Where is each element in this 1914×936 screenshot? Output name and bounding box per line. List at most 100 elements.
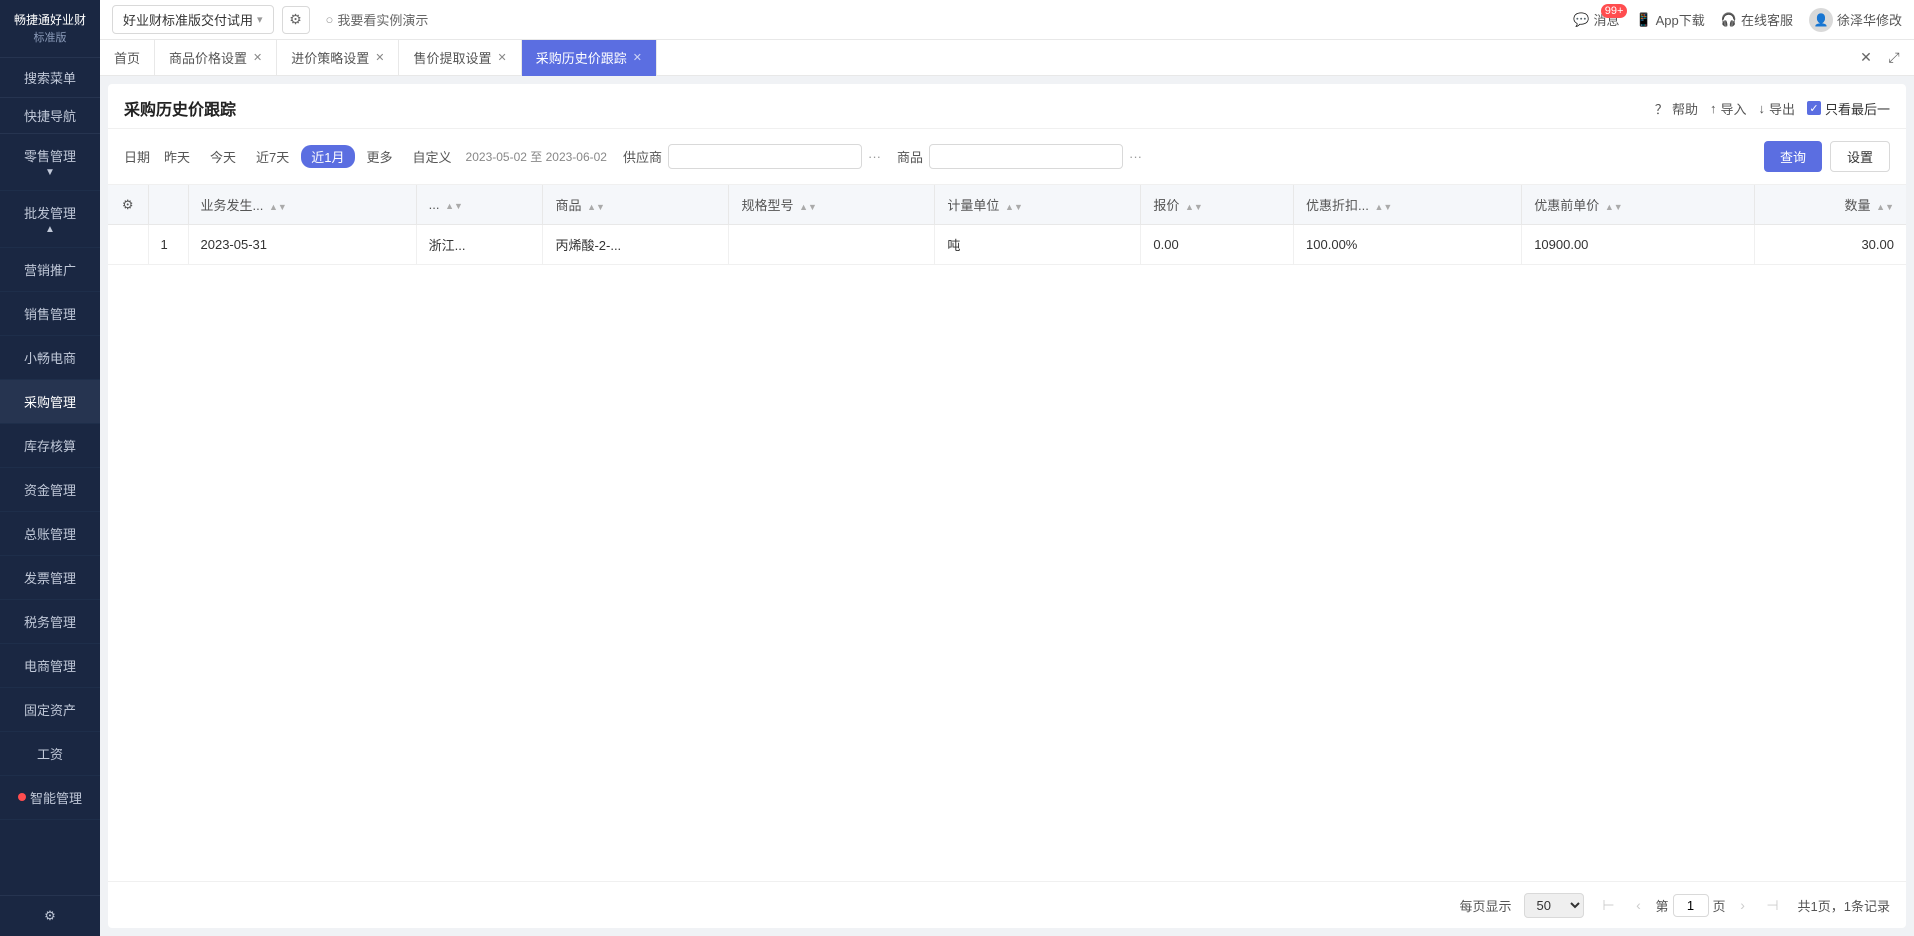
close-tab-button[interactable]: ✕ — [1854, 46, 1878, 70]
date-custom-button[interactable]: 自定义 — [405, 145, 460, 168]
date-yesterday-button[interactable]: 昨天 — [156, 145, 198, 168]
sidebar-settings-button[interactable]: ⚙ — [0, 895, 100, 936]
maximize-tab-button[interactable]: ⤢ — [1882, 46, 1906, 70]
supplier-filter-group: 供应商 ··· — [623, 144, 881, 169]
sidebar-item-sales[interactable]: 销售管理 — [0, 292, 100, 336]
supplier-input[interactable] — [668, 144, 862, 169]
sort-icon: ▲▼ — [1375, 202, 1393, 212]
supplier-more-icon[interactable]: ··· — [868, 149, 881, 164]
row-gear — [108, 225, 148, 265]
close-icon[interactable]: ✕ — [253, 51, 262, 64]
close-icon[interactable]: ✕ — [375, 51, 384, 64]
sort-icon: ▲▼ — [1876, 202, 1894, 212]
only-last-checkbox[interactable]: ✓ 只看最后一 — [1807, 99, 1890, 118]
last-page-button[interactable]: ⊣ — [1760, 892, 1786, 918]
th-extra[interactable]: ... ▲▼ — [416, 185, 543, 225]
th-number — [148, 185, 188, 225]
sidebar-item-retail[interactable]: 零售管理 ▼ — [0, 134, 100, 191]
query-button[interactable]: 查询 — [1764, 141, 1822, 172]
pagination-summary: 共1页，1条记录 — [1798, 896, 1890, 915]
data-table: ⚙ 业务发生... ▲▼ ... ▲▼ 商品 ▲▼ — [108, 185, 1906, 265]
sidebar-logo: 畅捷通好业财 标准版 — [0, 0, 100, 58]
topbar-settings-button[interactable]: ⚙ — [282, 6, 310, 34]
th-unit[interactable]: 计量单位 ▲▼ — [935, 185, 1141, 225]
close-icon[interactable]: ✕ — [498, 51, 507, 64]
date-more-button[interactable]: 更多 — [359, 145, 401, 168]
tab-strategy[interactable]: 进价策略设置 ✕ — [277, 40, 399, 76]
per-page-select[interactable]: 10 20 50 100 — [1524, 893, 1584, 918]
sidebar-quick-nav[interactable]: 快捷导航 — [0, 98, 100, 134]
row-discount: 100.00% — [1294, 225, 1522, 265]
th-settings[interactable]: ⚙ — [108, 185, 148, 225]
page-content: 采购历史价跟踪 ？ 帮助 ↑ 导入 ↓ 导出 ✓ 只看最后一 — [108, 84, 1906, 928]
row-supplier: 浙江... — [416, 225, 543, 265]
th-price[interactable]: 报价 ▲▼ — [1141, 185, 1294, 225]
th-date[interactable]: 业务发生... ▲▼ — [188, 185, 416, 225]
tab-sale-price[interactable]: 售价提取设置 ✕ — [399, 40, 521, 76]
page-header: 采购历史价跟踪 ？ 帮助 ↑ 导入 ↓ 导出 ✓ 只看最后一 — [108, 84, 1906, 129]
next-page-button[interactable]: › — [1730, 892, 1756, 918]
row-num: 1 — [148, 225, 188, 265]
sidebar-item-label: 税务管理 — [24, 612, 76, 631]
sidebar-item-inventory[interactable]: 库存核算 — [0, 424, 100, 468]
sidebar-item-finance[interactable]: 资金管理 — [0, 468, 100, 512]
supplier-filter-label: 供应商 — [623, 147, 662, 166]
page-number-input[interactable] — [1673, 894, 1709, 917]
filter-actions: 查询 设置 — [1764, 141, 1890, 172]
product-more-icon[interactable]: ··· — [1129, 149, 1142, 164]
sidebar-item-ecommerce[interactable]: 电商管理 — [0, 644, 100, 688]
row-quantity: 30.00 — [1754, 225, 1906, 265]
sidebar-item-invoice[interactable]: 发票管理 — [0, 556, 100, 600]
dropdown-arrow-icon: ▲ — [45, 224, 55, 235]
headset-icon: 🎧 — [1721, 12, 1737, 28]
tab-label: 进价策略设置 — [291, 48, 369, 67]
sidebar-item-label: 电商管理 — [24, 656, 76, 675]
logo-sub: 标准版 — [34, 29, 67, 45]
gear-icon: ⚙ — [289, 11, 302, 28]
online-service-button[interactable]: 🎧 在线客服 — [1721, 10, 1793, 29]
sort-icon: ▲▼ — [269, 202, 287, 212]
sidebar-item-salary[interactable]: 工资 — [0, 732, 100, 776]
date-today-button[interactable]: 今天 — [202, 145, 244, 168]
messages-button[interactable]: 💬 消息 99+ — [1573, 10, 1619, 29]
tab-home[interactable]: 首页 — [100, 40, 155, 76]
th-price-label: 报价 — [1153, 198, 1179, 213]
sidebar-item-label: 营销推广 — [24, 260, 76, 279]
th-pre-discount-price[interactable]: 优惠前单价 ▲▼ — [1522, 185, 1755, 225]
th-quantity[interactable]: 数量 ▲▼ — [1754, 185, 1906, 225]
close-icon[interactable]: ✕ — [633, 51, 642, 64]
sidebar-item-ai[interactable]: 智能管理 — [0, 776, 100, 820]
sidebar-item-ledger[interactable]: 总账管理 — [0, 512, 100, 556]
help-button[interactable]: ？ 帮助 — [1655, 99, 1698, 118]
messages-badge: 99+ — [1601, 4, 1628, 18]
version-selector[interactable]: 好业财标准版交付试用 ▾ — [112, 5, 274, 34]
date-1month-button[interactable]: 近1月 — [301, 145, 354, 168]
first-page-button[interactable]: ⊢ — [1596, 892, 1622, 918]
date-7days-button[interactable]: 近7天 — [248, 145, 297, 168]
sidebar-item-tax[interactable]: 税务管理 — [0, 600, 100, 644]
tab-price[interactable]: 商品价格设置 ✕ — [155, 40, 277, 76]
user-profile-button[interactable]: 👤 徐泽华修改 — [1809, 8, 1902, 32]
settings-button[interactable]: 设置 — [1830, 141, 1890, 172]
export-button[interactable]: ↓ 导出 — [1758, 99, 1795, 118]
sidebar-item-assets[interactable]: 固定资产 — [0, 688, 100, 732]
th-spec-label: 规格型号 — [741, 198, 793, 213]
sidebar-search[interactable]: 搜索菜单 — [0, 58, 100, 98]
import-button[interactable]: ↑ 导入 — [1710, 99, 1747, 118]
th-product[interactable]: 商品 ▲▼ — [543, 185, 729, 225]
th-spec[interactable]: 规格型号 ▲▼ — [729, 185, 935, 225]
tab-history-price[interactable]: 采购历史价跟踪 ✕ — [522, 40, 657, 76]
sidebar-item-ecommerce-small[interactable]: 小畅电商 — [0, 336, 100, 380]
demo-link[interactable]: ○ 我要看实例演示 — [326, 10, 429, 29]
product-input[interactable] — [929, 144, 1123, 169]
th-discount[interactable]: 优惠折扣... ▲▼ — [1294, 185, 1522, 225]
sidebar-item-purchase[interactable]: 采购管理 — [0, 380, 100, 424]
sidebar-item-marketing[interactable]: 营销推广 — [0, 248, 100, 292]
demo-icon: ○ — [326, 12, 334, 27]
app-download-button[interactable]: 📱 App下载 — [1635, 10, 1704, 29]
sidebar-item-label: 零售管理 — [24, 146, 76, 165]
prev-page-button[interactable]: ‹ — [1626, 892, 1652, 918]
logo-text: 畅捷通好业财 — [14, 12, 86, 29]
sidebar-item-wholesale[interactable]: 批发管理 ▲ — [0, 191, 100, 248]
row-date: 2023-05-31 — [188, 225, 416, 265]
